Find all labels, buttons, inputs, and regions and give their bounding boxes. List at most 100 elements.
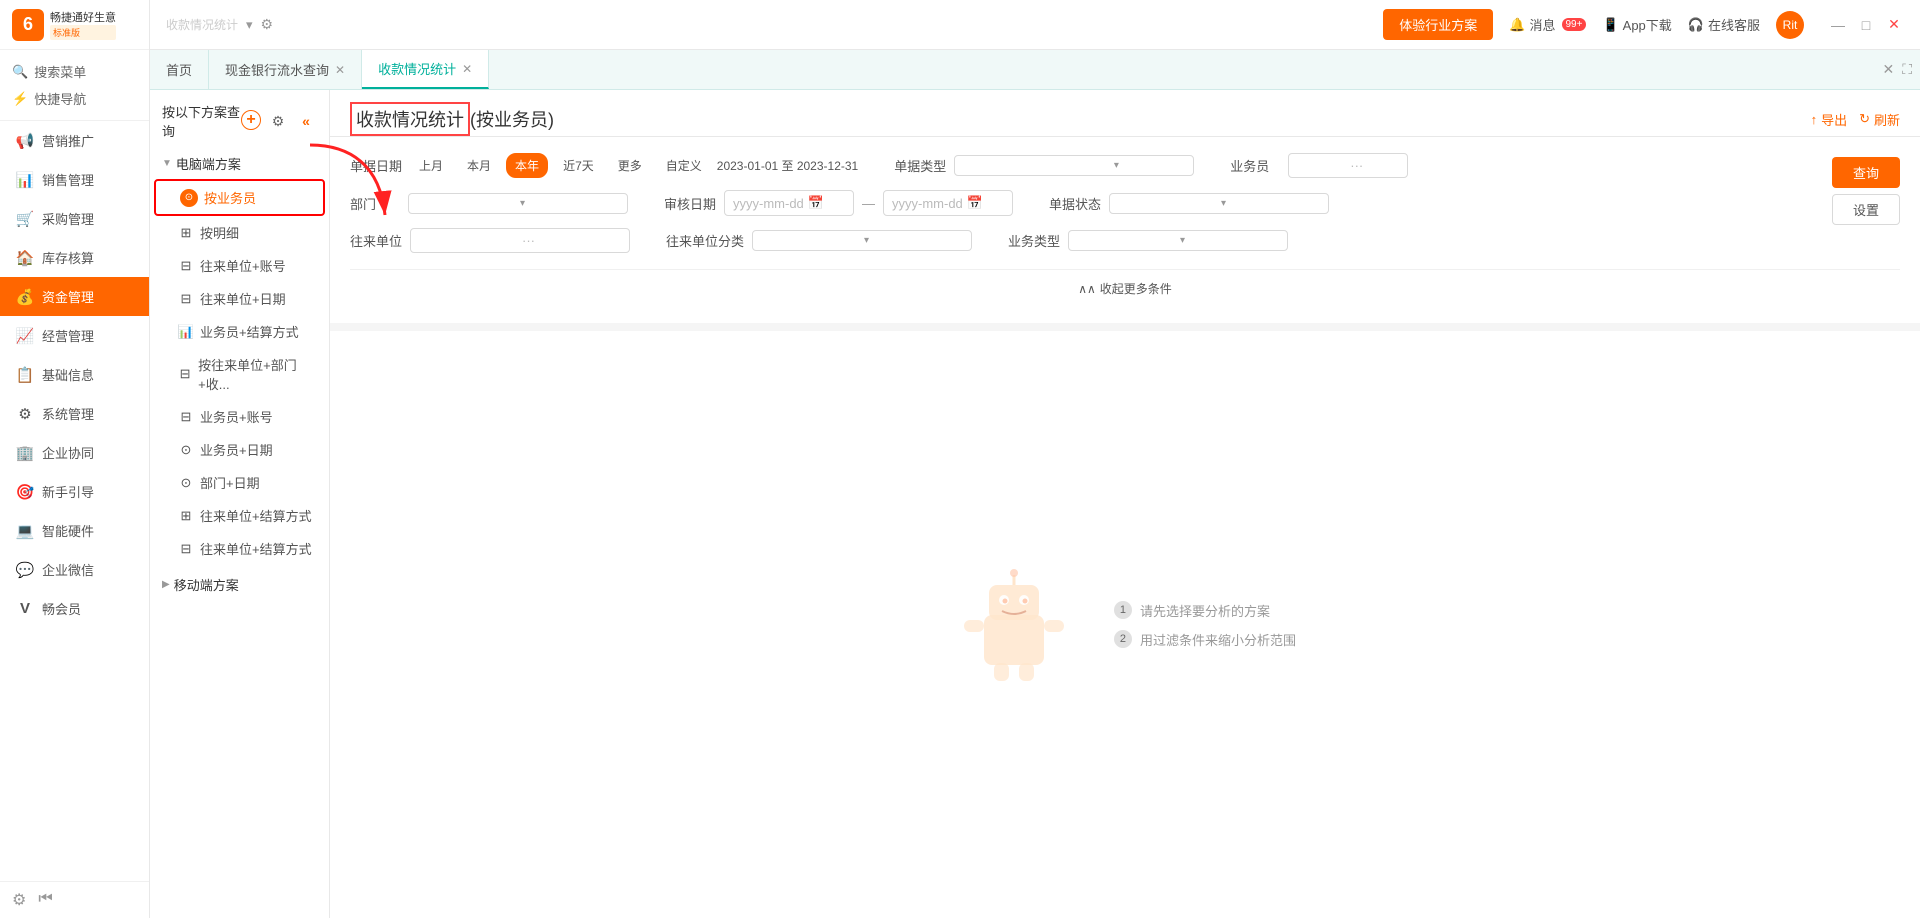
settings-bottom-icon[interactable]: ⚙ [12,890,26,910]
sidebar-search-section: 🔍 搜索菜单 ⚡ 快捷导航 [0,50,149,121]
tab-close-all-icon[interactable]: ✕ [1882,61,1894,78]
scheme-item-by-detail[interactable]: ⊞ 按明细 [154,216,325,249]
salesman-select[interactable]: ··· [1288,153,1408,178]
filter-rows-wrapper: 单据日期 上月 本月 本年 近7天 更多 自定义 2023-01-01 至 20… [350,153,1900,265]
sidebar-item-hardware[interactable]: 💻 智能硬件 [0,511,149,550]
finance-icon: 💰 [16,288,34,306]
scheme-group-pc-title[interactable]: ▼ 电脑端方案 [150,148,329,179]
voucher-type-select[interactable]: ▾ [954,155,1194,176]
partner-select[interactable]: ··· [410,228,630,253]
collapse-scheme-btn[interactable]: « [295,110,317,132]
sidebar-item-inventory[interactable]: 🏠 库存核算 [0,238,149,277]
app-download-btn[interactable]: 📱 App下载 [1602,15,1671,34]
sidebar-item-label: 企业协同 [42,443,94,462]
sidebar-item-label: 畅会员 [42,599,81,618]
content-area: 收款情况统计 (按业务员) ↑ 导出 ↻ 刷新 [330,90,1920,918]
by-partner-dept-label: 按往来单位+部门+收... [198,355,313,393]
sidebar-item-label: 库存核算 [42,248,94,267]
notification-btn[interactable]: 🔔 消息 99+ [1509,15,1586,34]
review-date-from-input[interactable]: yyyy-mm-dd 📅 [724,190,854,216]
maximize-btn[interactable]: □ [1856,15,1876,35]
collapse-more-bar[interactable]: ∧∧ 收起更多条件 [350,269,1900,307]
empty-content: 1 请先选择要分析的方案 2 用过滤条件来缩小分析范围 [954,565,1296,685]
scheme-group-mobile-title[interactable]: ▶ 移动端方案 [150,569,329,600]
sidebar-item-label: 经营管理 [42,326,94,345]
scheme-item-partner-settle1[interactable]: ⊞ 往来单位+结算方式 [154,499,325,532]
tab-collection-stats-close[interactable]: ✕ [462,62,472,76]
pc-group-label: 电脑端方案 [176,154,241,173]
sidebar-item-member[interactable]: V 畅会员 [0,589,149,628]
marketing-icon: 📢 [16,132,34,150]
salesman-dots[interactable]: ··· [1350,158,1399,173]
sidebar-item-corp[interactable]: 🏢 企业协同 [0,433,149,472]
review-date-from-value: yyyy-mm-dd [733,196,804,211]
by-salesman-label: 按业务员 [204,188,256,207]
voucher-status-select[interactable]: ▾ [1109,193,1329,214]
review-date-label: 审核日期 [664,194,716,213]
scheme-item-partner-account[interactable]: ⊟ 往来单位+账号 [154,249,325,282]
sidebar-item-system[interactable]: ⚙ 系统管理 [0,394,149,433]
scheme-item-salesman-settle[interactable]: 📊 业务员+结算方式 [154,315,325,348]
tab-bank-flow-close[interactable]: ✕ [335,63,345,77]
date-btn-custom[interactable]: 自定义 [657,153,711,178]
date-btn-last-month[interactable]: 上月 [410,153,452,178]
biz-type-select[interactable]: ▾ [1068,230,1288,251]
tab-collection-stats-label: 收款情况统计 [378,59,456,78]
sidebar-item-basic[interactable]: 📋 基础信息 [0,355,149,394]
scheme-item-dept-date[interactable]: ⊙ 部门+日期 [154,466,325,499]
sidebar-item-marketing[interactable]: 📢 营销推广 [0,121,149,160]
sidebar-item-guide[interactable]: 🎯 新手引导 [0,472,149,511]
partner-category-select[interactable]: ▾ [752,230,972,251]
sidebar-item-wechat[interactable]: 💬 企业微信 [0,550,149,589]
dept-date-label: 部门+日期 [200,473,260,492]
guide-icon: 🎯 [16,483,34,501]
refresh-btn[interactable]: ↻ 刷新 [1859,110,1900,129]
scheme-item-partner-settle2[interactable]: ⊟ 往来单位+结算方式 [154,532,325,565]
by-salesman-icon: ⊙ [180,189,198,207]
partner-settle2-icon: ⊟ [178,541,194,557]
settings-button[interactable]: 设置 [1832,194,1900,225]
scheme-settings-btn[interactable]: ⚙ [267,110,289,132]
scheme-item-by-salesman[interactable]: ⊙ 按业务员 [154,179,325,216]
date-btn-more[interactable]: 更多 [609,153,651,178]
scheme-item-salesman-account[interactable]: ⊟ 业务员+账号 [154,400,325,433]
sidebar-item-finance[interactable]: 💰 资金管理 [0,277,149,316]
sidebar-item-purchase[interactable]: 🛒 采购管理 [0,199,149,238]
tab-home[interactable]: 首页 [150,50,209,89]
online-service-btn[interactable]: 🎧 在线客服 [1688,15,1760,34]
header-settings-icon[interactable]: ⚙ [261,16,274,33]
tab-collection-stats[interactable]: 收款情况统计 ✕ [362,50,489,89]
download-icon: 📱 [1602,17,1618,33]
query-button[interactable]: 查询 [1832,157,1900,188]
partner-dots[interactable]: ··· [522,233,621,248]
export-btn[interactable]: ↑ 导出 [1811,110,1848,129]
dept-select[interactable]: ▾ [408,193,628,214]
header-dropdown-icon[interactable]: ▾ [246,17,253,33]
top-header: 收款情况统计 ▾ ⚙ 体验行业方案 🔔 消息 99+ 📱 App下载 🎧 在线客… [150,0,1920,50]
scheme-item-by-partner-dept[interactable]: ⊟ 按往来单位+部门+收... [154,348,325,400]
date-btn-7days[interactable]: 近7天 [554,153,603,178]
tab-expand-icon[interactable]: ⛶ [1902,61,1912,78]
sidebar-item-sales[interactable]: 📊 销售管理 [0,160,149,199]
sidebar-nav: 📢 营销推广 📊 销售管理 🛒 采购管理 🏠 库存核算 💰 资金管理 📈 经营管… [0,121,149,881]
trial-btn[interactable]: 体验行业方案 [1383,9,1493,40]
scheme-item-salesman-date[interactable]: ⊙ 业务员+日期 [154,433,325,466]
close-btn[interactable]: ✕ [1884,15,1904,35]
quick-nav-item[interactable]: ⚡ 快捷导航 [12,85,137,112]
tab-bank-flow[interactable]: 现金银行流水查询 ✕ [209,50,362,89]
scheme-item-partner-date[interactable]: ⊟ 往来单位+日期 [154,282,325,315]
salesman-account-icon: ⊟ [178,409,194,425]
date-btn-this-month[interactable]: 本月 [458,153,500,178]
collapse-sidebar-icon[interactable]: ⏮ [38,890,52,910]
add-scheme-btn[interactable]: + [241,110,261,130]
user-avatar-area[interactable]: Rit [1776,11,1804,39]
sidebar-item-operations[interactable]: 📈 经营管理 [0,316,149,355]
empty-state-area: 1 请先选择要分析的方案 2 用过滤条件来缩小分析范围 [330,331,1920,918]
page-title: 收款情况统计 [350,102,470,136]
minimize-btn[interactable]: — [1828,15,1848,35]
search-menu-item[interactable]: 🔍 搜索菜单 [12,58,137,85]
dept-date-icon: ⊙ [178,475,194,491]
date-btn-this-year[interactable]: 本年 [506,153,548,178]
empty-robot-illustration [954,565,1074,685]
review-date-to-input[interactable]: yyyy-mm-dd 📅 [883,190,1013,216]
